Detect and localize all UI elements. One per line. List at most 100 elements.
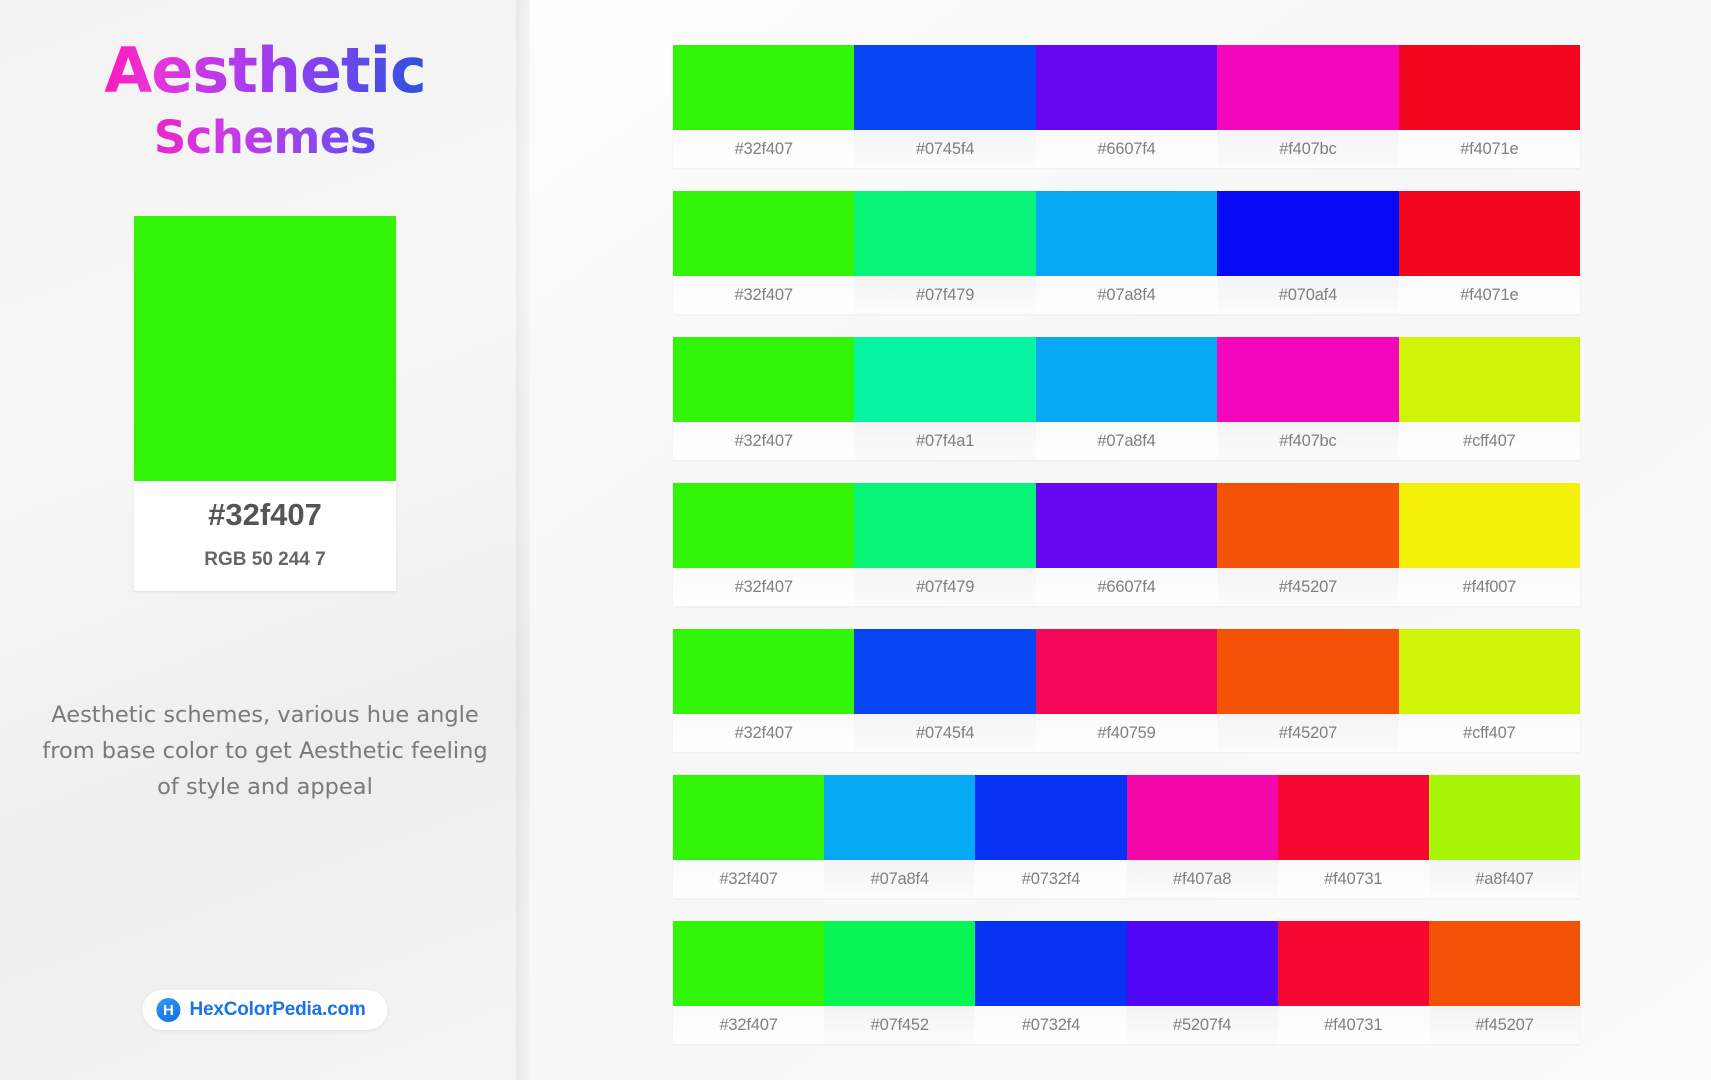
color-hex-label: #5207f4 [1126, 1006, 1278, 1044]
color-hex-label: #f40731 [1277, 860, 1429, 898]
base-color-card: #32f407 RGB 50 244 7 [134, 216, 396, 592]
base-color-rgb: RGB 50 244 7 [204, 549, 326, 571]
color-hex-label: #32f407 [673, 1006, 825, 1044]
color-hex-label: #6607f4 [1035, 130, 1218, 168]
color-swatch[interactable] [824, 921, 976, 1006]
color-swatch[interactable] [1398, 191, 1581, 276]
swatch-strip [673, 629, 1581, 714]
color-swatch[interactable] [1398, 483, 1581, 568]
color-swatch[interactable] [1217, 45, 1399, 130]
right-panel: #32f407 #0745f4 #6607f4 #f407bc #f4071e #32f4… [530, 0, 1711, 1080]
color-swatch[interactable] [1428, 921, 1581, 1006]
color-swatch[interactable] [1398, 45, 1581, 130]
color-swatch[interactable] [1428, 775, 1581, 860]
color-swatch[interactable] [1398, 629, 1581, 714]
color-hex-label: #07a8f4 [1035, 276, 1218, 314]
color-hex-label: #32f407 [673, 276, 855, 314]
color-swatch[interactable] [1217, 483, 1399, 568]
swatch-label-strip: #32f407 #07f4a1 #07a8f4 #f407bc #cff407 [673, 422, 1581, 460]
color-swatch[interactable] [854, 629, 1036, 714]
color-hex-label: #07f4a1 [854, 422, 1036, 460]
color-hex-label: #f4f007 [1398, 568, 1581, 606]
color-swatch[interactable] [1035, 483, 1218, 568]
color-swatch[interactable] [1035, 337, 1218, 422]
color-hex-label: #32f407 [673, 568, 855, 606]
color-hex-label: #f4071e [1398, 130, 1581, 168]
color-hex-label: #0745f4 [854, 714, 1036, 752]
description-text: Aesthetic schemes, various hue angle fro… [42, 702, 488, 801]
color-swatch[interactable] [975, 775, 1127, 860]
color-hex-label: #32f407 [673, 422, 855, 460]
scheme-row: #32f407 #07f479 #07a8f4 #070af4 #f4071e [673, 191, 1581, 314]
color-swatch[interactable] [824, 775, 976, 860]
color-hex-label: #07f452 [824, 1006, 976, 1044]
color-swatch[interactable] [1217, 191, 1399, 276]
swatch-strip [673, 45, 1581, 130]
scheme-row: #32f407 #07f4a1 #07a8f4 #f407bc #cff407 [673, 337, 1581, 460]
color-swatch[interactable] [673, 775, 825, 860]
color-hex-label: #07f479 [854, 568, 1036, 606]
color-swatch[interactable] [1126, 921, 1278, 1006]
color-hex-label: #32f407 [673, 860, 825, 898]
swatch-label-strip: #32f407 #0745f4 #6607f4 #f407bc #f4071e [673, 130, 1581, 168]
color-swatch[interactable] [1277, 921, 1429, 1006]
scheme-row: #32f407 #0745f4 #6607f4 #f407bc #f4071e [673, 45, 1581, 168]
swatch-strip [673, 483, 1581, 568]
color-swatch[interactable] [673, 191, 855, 276]
color-hex-label: #f407bc [1217, 422, 1399, 460]
color-swatch[interactable] [1217, 337, 1399, 422]
swatch-strip [673, 775, 1581, 860]
infographic-page: Aesthetic Schemes #32f407 RGB 50 244 7 A… [0, 0, 1711, 1080]
color-swatch[interactable] [854, 483, 1036, 568]
color-swatch[interactable] [1277, 775, 1429, 860]
color-hex-label: #cff407 [1398, 714, 1581, 752]
base-color-hex: #32f407 [208, 497, 322, 533]
color-swatch[interactable] [673, 337, 855, 422]
color-swatch[interactable] [673, 921, 825, 1006]
swatch-label-strip: #32f407 #07f452 #0732f4 #5207f4 #f40731 #f452… [673, 1006, 1581, 1044]
swatch-label-strip: #32f407 #07f479 #07a8f4 #070af4 #f4071e [673, 276, 1581, 314]
site-badge[interactable]: H HexColorPedia.com [142, 990, 388, 1030]
color-hex-label: #0732f4 [975, 860, 1127, 898]
color-hex-label: #f40731 [1277, 1006, 1429, 1044]
color-swatch[interactable] [1398, 337, 1581, 422]
left-panel: Aesthetic Schemes #32f407 RGB 50 244 7 A… [0, 0, 530, 1080]
swatch-strip [673, 337, 1581, 422]
color-hex-label: #f45207 [1217, 714, 1399, 752]
color-swatch[interactable] [1126, 775, 1278, 860]
color-swatch[interactable] [854, 191, 1036, 276]
color-hex-label: #f45207 [1428, 1006, 1581, 1044]
color-hex-label: #32f407 [673, 130, 855, 168]
color-hex-label: #f407a8 [1126, 860, 1278, 898]
color-swatch[interactable] [673, 483, 855, 568]
color-hex-label: #f407bc [1217, 130, 1399, 168]
page-title: Aesthetic [104, 34, 426, 107]
color-hex-label: #cff407 [1398, 422, 1581, 460]
color-hex-label: #0745f4 [854, 130, 1036, 168]
color-swatch[interactable] [1217, 629, 1399, 714]
scheme-row: #32f407 #0745f4 #f40759 #f45207 #cff407 [673, 629, 1581, 752]
color-swatch[interactable] [673, 629, 855, 714]
color-hex-label: #07a8f4 [1035, 422, 1218, 460]
scheme-row: #32f407 #07f479 #6607f4 #f45207 #f4f007 [673, 483, 1581, 606]
color-swatch[interactable] [1035, 191, 1218, 276]
color-hex-label: #32f407 [673, 714, 855, 752]
scheme-row: #32f407 #07a8f4 #0732f4 #f407a8 #f40731 #a8f4… [673, 775, 1581, 898]
color-hex-label: #f4071e [1398, 276, 1581, 314]
swatch-label-strip: #32f407 #0745f4 #f40759 #f45207 #cff407 [673, 714, 1581, 752]
base-color-swatch [134, 216, 396, 482]
color-hex-label: #070af4 [1217, 276, 1399, 314]
color-swatch[interactable] [673, 45, 855, 130]
swatch-strip [673, 191, 1581, 276]
swatch-strip [673, 921, 1581, 1006]
color-swatch[interactable] [854, 337, 1036, 422]
color-swatch[interactable] [975, 921, 1127, 1006]
color-swatch[interactable] [1035, 45, 1218, 130]
color-hex-label: #0732f4 [975, 1006, 1127, 1044]
color-hex-label: #f40759 [1035, 714, 1218, 752]
color-swatch[interactable] [1035, 629, 1218, 714]
color-swatch[interactable] [854, 45, 1036, 130]
site-url-label: HexColorPedia.com [189, 999, 366, 1020]
scheme-rows: #32f407 #0745f4 #6607f4 #f407bc #f4071e #32f4… [673, 45, 1581, 1044]
base-color-info: #32f407 RGB 50 244 7 [134, 481, 396, 592]
